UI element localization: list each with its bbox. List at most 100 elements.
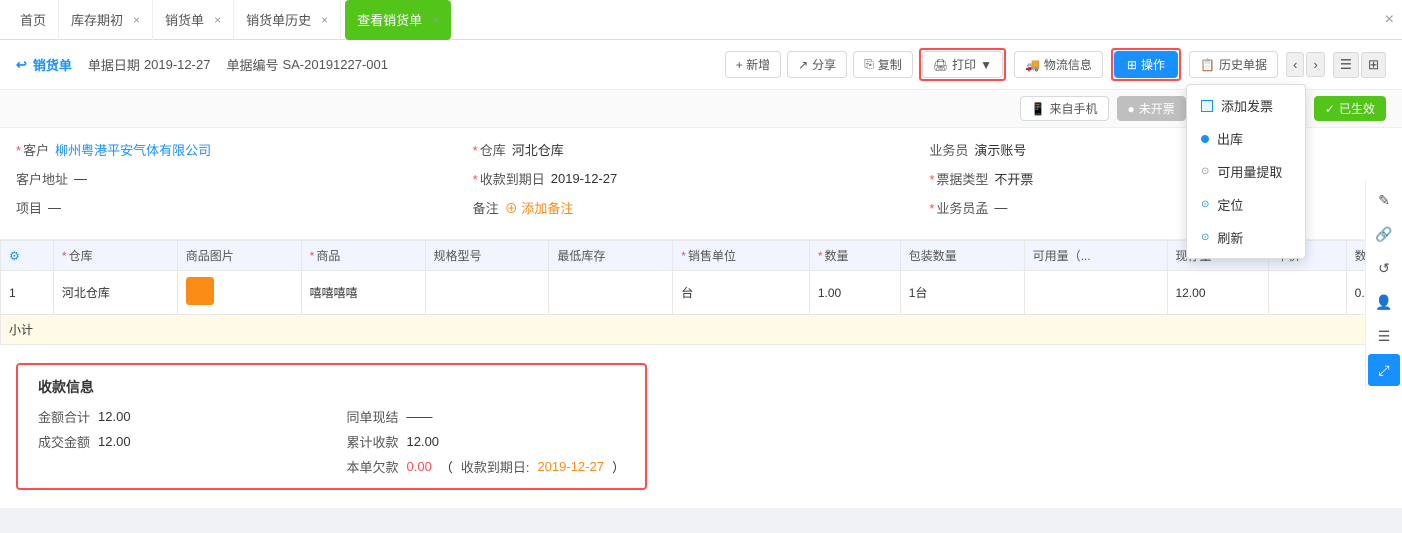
effective-button[interactable]: ✓ 已生效 <box>1314 96 1386 121</box>
add-invoice-label: 添加发票 <box>1221 96 1273 115</box>
sidebar-rotate-icon[interactable]: ↺ <box>1368 252 1400 284</box>
same-order-row: 同单现结 —— <box>346 407 624 426</box>
tab-view-sales[interactable]: 查看销货单 × <box>345 0 451 40</box>
sidebar-link-icon[interactable]: 🔗 <box>1368 218 1400 250</box>
payment-date-field: 收款到期日 2019-12-27 <box>473 169 930 188</box>
view-icons: ☰ ⊞ <box>1333 52 1386 78</box>
sidebar-edit-icon[interactable]: ✎ <box>1368 184 1400 216</box>
dropdown-refresh[interactable]: ⊙ 刷新 <box>1187 221 1305 254</box>
operations-highlight-box: ⊞ 操作 <box>1111 48 1181 81</box>
next-button[interactable]: › <box>1306 52 1324 77</box>
doc-title: ↩ 销货单 <box>16 55 72 74</box>
print-button[interactable]: 🖨 打印 ▼ <box>922 51 1003 78</box>
tab-history-close[interactable]: × <box>321 13 328 27</box>
due-date-label: 收款到期日: <box>461 457 530 476</box>
from-phone-button[interactable]: 📱 来自手机 <box>1020 96 1109 121</box>
tab-inventory-label: 库存期初 <box>71 10 123 29</box>
col-qty: 数量 <box>809 241 900 271</box>
dropdown-add-invoice[interactable]: 添加发票 <box>1187 89 1305 122</box>
customer-label: 客户 <box>16 140 49 159</box>
due-date-value: 2019-12-27 <box>537 459 604 474</box>
customer-value[interactable]: 柳州粤港平安气体有限公司 <box>55 140 211 159</box>
prev-button[interactable]: ‹ <box>1286 52 1304 77</box>
cumulative-row: 累计收款 12.00 <box>346 432 624 451</box>
refresh-icon: ⊙ <box>1201 232 1209 243</box>
tab-home-label: 首页 <box>20 10 46 29</box>
row-no: 1 <box>1 271 54 315</box>
unopened-button[interactable]: ● 未开票 <box>1117 96 1186 121</box>
form-row-3: 项目 — 备注 ⊕ 添加备注 业务员孟 — <box>16 198 1386 217</box>
tab-history[interactable]: 销货单历史 × <box>234 0 341 40</box>
subtotal-cell: 小计 <box>1 315 1402 345</box>
row-spec <box>425 271 549 315</box>
history-icon: 📋 <box>1200 58 1215 72</box>
list-view-icon[interactable]: ☰ <box>1333 52 1359 78</box>
add-note-button[interactable]: ⊕ 添加备注 <box>505 198 574 217</box>
payment-date-value: 2019-12-27 <box>551 171 618 186</box>
form-row-1: 客户 柳州粤港平安气体有限公司 仓库 河北仓库 业务员 演示账号 <box>16 140 1386 159</box>
project-value: — <box>48 200 61 215</box>
window-close-button[interactable]: × <box>1385 11 1394 29</box>
arrears-row: 本单欠款 0.00 （ 收款到期日: 2019-12-27 ） <box>346 457 624 476</box>
copy-button[interactable]: ⎘ 复制 <box>853 51 913 78</box>
logistics-label: 物流信息 <box>1044 56 1092 73</box>
row-stock: 12.00 <box>1167 271 1268 315</box>
doc-number-value: SA-20191227-001 <box>282 57 388 72</box>
note-field: 备注 ⊕ 添加备注 <box>473 198 930 217</box>
share-label: 分享 <box>812 56 836 73</box>
arrears-paren-close: ） <box>612 457 625 476</box>
employee-label: 业务员 <box>929 140 968 159</box>
form-row-2: 客户地址 — 收款到期日 2019-12-27 票据类型 不开票 <box>16 169 1386 188</box>
note-placeholder: 添加备注 <box>521 201 573 216</box>
payment-info-box: 收款信息 金额合计 12.00 同单现结 —— 成交金额 12.00 累计收款 … <box>16 363 647 490</box>
transaction-label: 成交金额 <box>38 432 90 451</box>
operations-button[interactable]: ⊞ 操作 <box>1114 51 1178 78</box>
tab-sales[interactable]: 销货单 × <box>153 0 234 40</box>
history-button[interactable]: 📋 历史单据 <box>1189 51 1278 78</box>
warehouse-value: 河北仓库 <box>512 140 564 159</box>
sidebar-person-icon[interactable]: 👤 <box>1368 286 1400 318</box>
row-product: 嘻嘻嘻嘻 <box>301 271 425 315</box>
row-warehouse: 河北仓库 <box>53 271 177 315</box>
from-phone-label: 来自手机 <box>1050 100 1098 117</box>
share-button[interactable]: ↗ 分享 <box>787 51 847 78</box>
available-qty-icon: ⊙ <box>1201 166 1209 177</box>
dropdown-available-qty[interactable]: ⊙ 可用量提取 <box>1187 155 1305 188</box>
copy-label: 复制 <box>878 56 902 73</box>
col-available: 可用量（... <box>1024 241 1167 271</box>
doc-type-icon: ↩ <box>16 57 27 73</box>
tab-sales-close[interactable]: × <box>214 13 221 27</box>
dropdown-locate[interactable]: ⊙ 定位 <box>1187 188 1305 221</box>
new-button[interactable]: + 新增 <box>725 51 781 78</box>
locate-icon: ⊙ <box>1201 199 1209 210</box>
tab-view-sales-close[interactable]: × <box>432 13 439 27</box>
sidebar-expand-icon[interactable]: ⤢ <box>1368 354 1400 386</box>
col-pack: 包装数量 <box>900 241 1024 271</box>
plus-icon: ⊕ <box>505 201 518 216</box>
operations-label: 操作 <box>1141 56 1165 73</box>
col-product: 商品 <box>301 241 425 271</box>
transaction-row: 成交金额 12.00 <box>38 432 316 451</box>
col-warehouse: 仓库 <box>53 241 177 271</box>
sidebar-list-icon[interactable]: ☰ <box>1368 320 1400 352</box>
logistics-icon: 🚚 <box>1025 58 1040 72</box>
salesperson-value: — <box>994 200 1007 215</box>
nav-arrows: ‹ › <box>1286 52 1325 77</box>
tab-inventory[interactable]: 库存期初 × <box>59 0 153 40</box>
doc-date-item: 单据日期 2019-12-27 <box>88 55 211 74</box>
tab-home[interactable]: 首页 <box>8 0 59 40</box>
doc-number-item: 单据编号 SA-20191227-001 <box>226 55 388 74</box>
col-img: 商品图片 <box>177 241 301 271</box>
salesperson-field: 业务员孟 — <box>929 198 1386 217</box>
dropdown-outbound[interactable]: 出库 <box>1187 122 1305 155</box>
grid-view-icon[interactable]: ⊞ <box>1361 52 1386 78</box>
total-label: 金额合计 <box>38 407 90 426</box>
subtotal-row: 小计 <box>1 315 1402 345</box>
available-qty-label: 可用量提取 <box>1217 162 1282 181</box>
tab-inventory-close[interactable]: × <box>133 13 140 27</box>
print-icon: 🖨 <box>933 58 948 72</box>
logistics-button[interactable]: 🚚 物流信息 <box>1014 51 1103 78</box>
gear-icon[interactable]: ⚙ <box>9 249 20 263</box>
invoice-type-value: 不开票 <box>994 169 1033 188</box>
row-unit: 台 <box>673 271 810 315</box>
